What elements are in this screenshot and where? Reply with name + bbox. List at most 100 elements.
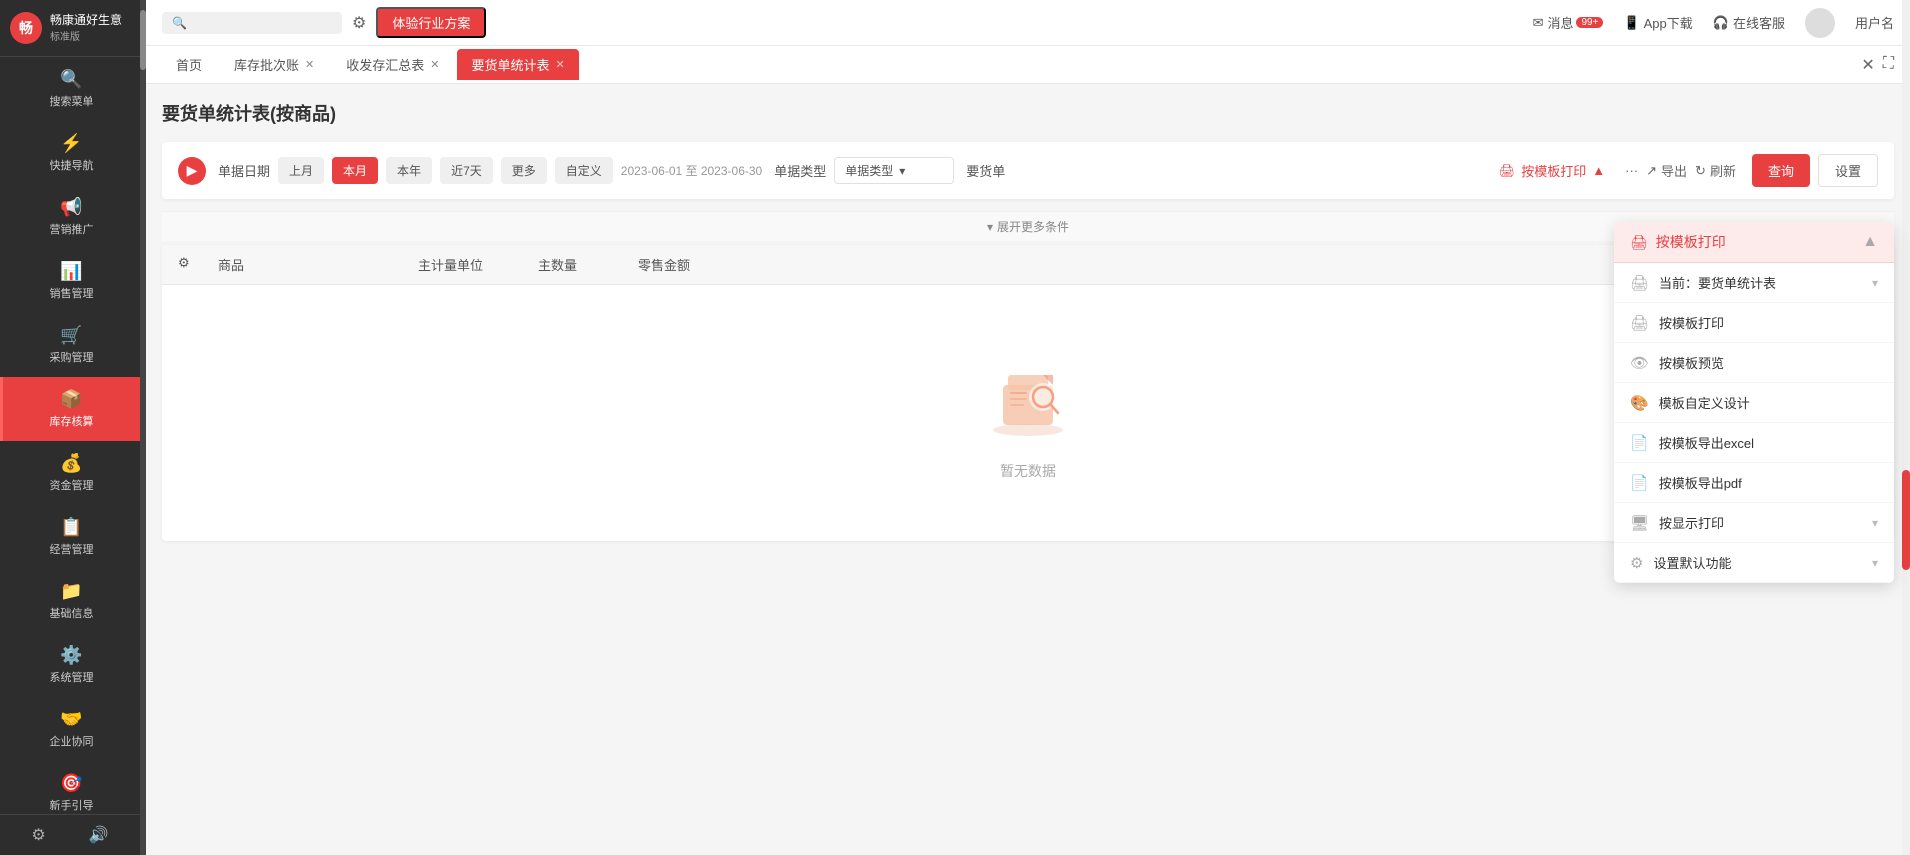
more-options-button[interactable]: ··· [1625,154,1638,187]
set-default-label: 设置默认功能 [1653,553,1731,572]
sidebar-item-basic-info[interactable]: 📁 基础信息 [0,569,140,633]
template-preview-icon: 👁 [1630,354,1649,372]
print-template-button[interactable]: 🖨 按模板打印 ▲ [1499,154,1605,187]
message-button[interactable]: ✉ 消息 99+ [1533,13,1604,32]
user-avatar[interactable] [1805,8,1835,38]
date-filter-group: 单据日期 上月 本月 本年 近7天 更多 自定义 2023-06-01 至 20… [218,157,762,184]
query-button[interactable]: 查询 [1752,154,1810,187]
refresh-button[interactable]: ↻ 刷新 [1695,154,1736,187]
guide-label: 新手引导 [50,797,94,813]
template-print-label: 按模板打印 [1659,313,1724,332]
export-pdf-item[interactable]: 📄 按模板导出pdf [1614,463,1894,503]
page-scrollbar[interactable] [1902,84,1910,855]
tab-collection-summary-label: 收发存汇总表 [346,55,424,74]
template-print-item[interactable]: 🖨 按模板打印 [1614,303,1894,343]
basic-info-label: 基础信息 [50,605,94,621]
set-default-item[interactable]: ⚙ 设置默认功能 ▾ [1614,543,1894,583]
sidebar-logo: 畅 畅康通好生意 标准版 [0,0,140,57]
promo-button[interactable]: 体验行业方案 [376,7,486,38]
tab-order-stats-close[interactable]: ✕ [556,58,565,71]
sidebar-item-inventory[interactable]: 📦 库存核算 [0,377,140,441]
more-options-icon: ··· [1625,163,1638,178]
tab-close-all-icon[interactable]: ✕ [1861,55,1874,75]
sidebar-item-sales[interactable]: 📊 销售管理 [0,249,140,313]
operation-label: 经营管理 [50,541,94,557]
template-design-item[interactable]: 🎨 模板自定义设计 [1614,383,1894,423]
purchase-label: 采购管理 [50,349,94,365]
date-custom[interactable]: 自定义 [555,157,613,184]
export-excel-item[interactable]: 📄 按模板导出excel [1614,423,1894,463]
sidebar-item-purchase[interactable]: 🛒 采购管理 [0,313,140,377]
topbar-search[interactable]: 🔍 [162,12,342,34]
tab-order-stats[interactable]: 要货单统计表 ✕ [457,49,578,80]
message-badge: 99+ [1576,17,1603,28]
date-prev-month[interactable]: 上月 [278,157,324,184]
sales-icon: 📊 [60,261,82,282]
filter-action-group: 🖨 按模板打印 ▲ ··· ↗ 导出 ↻ 刷新 查询 设置 [1499,154,1878,187]
current-template-icon: 🖨 [1630,274,1649,292]
purchase-icon: 🛒 [60,325,82,346]
export-excel-label: 按模板导出excel [1659,433,1754,452]
settings-bottom-icon[interactable]: ⚙ [31,825,45,845]
tab-inventory-batch-close[interactable]: ✕ [305,58,314,71]
filter-bar: ▶ 单据日期 上月 本月 本年 近7天 更多 自定义 2023-06-01 至 … [162,142,1894,199]
filter-toggle-button[interactable]: ▶ [178,157,206,185]
set-default-arrow: ▾ [1872,556,1878,570]
sidebar-item-marketing[interactable]: 📢 营销推广 [0,185,140,249]
current-template-item[interactable]: 🖨 当前：要货单统计表 ▾ [1614,263,1894,303]
doc-type-value: 单据类型 [845,162,893,179]
tab-collection-summary-close[interactable]: ✕ [430,58,439,71]
page-title: 要货单统计表(按商品) [162,100,1894,126]
message-label: 消息 [1547,13,1573,32]
enterprise-icon: 🤝 [60,709,82,730]
doc-type-select[interactable]: 单据类型 ▾ [834,157,954,184]
tab-home-label: 首页 [176,55,202,74]
print-dropdown-header-icon: 🖨 [1630,234,1648,251]
online-service-button[interactable]: 🎧 在线客服 [1713,13,1785,32]
sidebar-bottom: ⚙ 🔊 [0,814,140,855]
sidebar-item-operation[interactable]: 📋 经营管理 [0,505,140,569]
sidebar-item-system[interactable]: ⚙️ 系统管理 [0,633,140,697]
quick-nav-label: 快捷导航 [50,157,94,173]
app-download-icon: 📱 [1623,15,1639,31]
sidebar-item-guide[interactable]: 🎯 新手引导 [0,761,140,814]
tab-inventory-batch[interactable]: 库存批次账 ✕ [220,49,328,80]
export-button[interactable]: ↗ 导出 [1646,154,1687,187]
sidebar-item-finance[interactable]: 💰 资金管理 [0,441,140,505]
expand-more-icon: ▾ [987,220,993,234]
date-this-year[interactable]: 本年 [386,157,432,184]
tab-home[interactable]: 首页 [162,49,216,80]
print-dropdown-collapse-icon[interactable]: ▲ [1862,233,1878,251]
display-print-item[interactable]: 🖥 按显示打印 ▾ [1614,503,1894,543]
expand-more-label: 展开更多条件 [997,218,1069,235]
print-template-label: 按模板打印 [1521,161,1586,180]
col-quantity: 主数量 [538,255,638,274]
template-preview-item[interactable]: 👁 按模板预览 [1614,343,1894,383]
refresh-icon: ↻ [1695,163,1706,179]
sidebar-item-quick-nav[interactable]: ⚡ 快捷导航 [0,121,140,185]
tab-inventory-batch-label: 库存批次账 [234,55,299,74]
date-last-7[interactable]: 近7天 [440,157,493,184]
tab-maximize-icon[interactable]: ⛶ [1883,55,1894,75]
marketing-label: 营销推广 [50,221,94,237]
date-more[interactable]: 更多 [501,157,547,184]
set-default-icon: ⚙ [1630,554,1643,572]
display-print-label: 按显示打印 [1659,513,1724,532]
print-dropdown-panel: 🖨 按模板打印 ▲ 🖨 当前：要货单统计表 ▾ 🖨 按模板打印 👁 按模板预览 [1614,222,1894,583]
export-pdf-label: 按模板导出pdf [1659,473,1742,492]
col-settings[interactable]: ⚙ [178,255,218,274]
enterprise-label: 企业协同 [50,733,94,749]
topbar-gear-icon[interactable]: ⚙ [352,13,366,33]
export-pdf-icon: 📄 [1630,474,1649,492]
sidebar-item-enterprise[interactable]: 🤝 企业协同 [0,697,140,761]
sidebar-item-search[interactable]: 🔍 搜索菜单 [0,57,140,121]
settings-button[interactable]: 设置 [1818,154,1878,187]
date-filter-label: 单据日期 [218,161,270,180]
template-print-icon: 🖨 [1630,314,1649,332]
app-download-button[interactable]: 📱 App下载 [1623,13,1692,32]
goods-filter-label: 要货单 [966,161,1005,180]
tab-collection-summary[interactable]: 收发存汇总表 ✕ [332,49,453,80]
sound-bottom-icon[interactable]: 🔊 [89,825,109,845]
export-icon: ↗ [1646,163,1657,179]
date-this-month[interactable]: 本月 [332,157,378,184]
